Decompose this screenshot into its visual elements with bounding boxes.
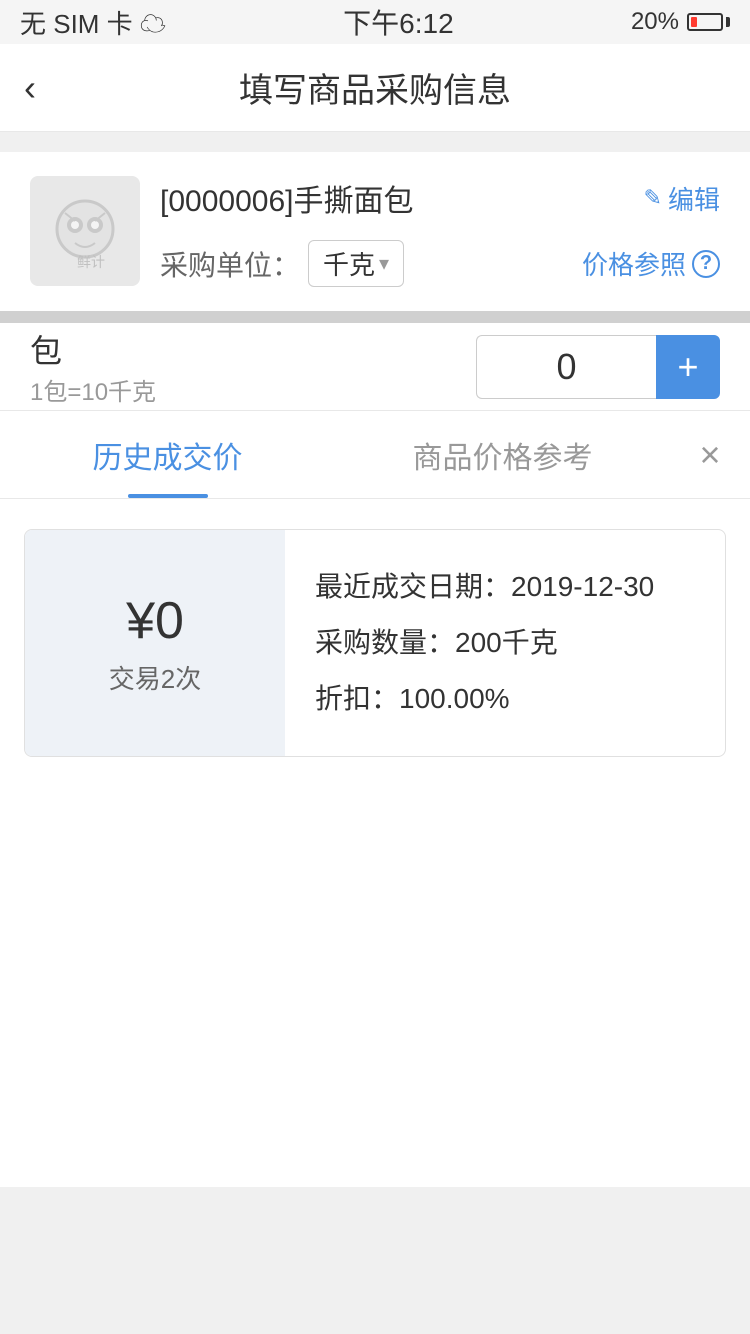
signal-text: 无 SIM 卡 ☁ [20,4,166,41]
price-card-right: 最近成交日期：2019-12-30 采购数量：200千克 折扣：100.00% [285,530,725,756]
quantity-unit-name: 包 [30,326,156,372]
svg-text:鲜计: 鲜计 [77,254,105,270]
product-thumbnail: 鲜计 [30,176,140,286]
purchase-quantity-value: 200千克 [455,627,558,658]
price-trade-count: 交易2次 [109,659,201,696]
discount-item: 折扣：100.00% [315,678,695,720]
unit-value: 千克 [323,245,375,282]
recent-date-value: 2019-12-30 [511,571,654,602]
tab-product-price-ref[interactable]: 商品价格参考 [335,411,670,498]
purchase-quantity-label: 采购数量： [315,627,455,658]
history-price-card: ¥0 交易2次 最近成交日期：2019-12-30 采购数量：200千克 折扣：… [24,529,726,757]
discount-label: 折扣： [315,683,399,714]
tabs-section: 历史成交价 商品价格参考 × ¥0 交易2次 最近成交日期：2019-12-30… [0,411,750,787]
separator-bar [0,311,750,323]
price-ref-label: 价格参照 [582,245,686,282]
tab-history-price-label: 历史成交价 [93,433,243,477]
unit-selector[interactable]: 千克 ▾ [308,240,404,287]
status-bar: 无 SIM 卡 ☁ 下午6:12 20% [0,0,750,44]
price-amount: ¥0 [126,591,184,651]
purchase-quantity-item: 采购数量：200千克 [315,622,695,664]
battery-percent: 20% [631,8,679,36]
help-icon: ? [692,250,720,278]
recent-date-label: 最近成交日期： [315,571,511,602]
status-time: 下午6:12 [343,2,454,42]
quantity-label-group: 包 1包=10千克 [30,326,156,407]
status-left: 无 SIM 卡 ☁ [20,4,166,41]
edit-button[interactable]: ✎ 编辑 [644,180,720,217]
tabs-close-button[interactable]: × [670,411,750,499]
recent-date-item: 最近成交日期：2019-12-30 [315,566,695,608]
price-reference-button[interactable]: 价格参照 ? [582,245,720,282]
product-card: 鲜计 [0000006]手撕面包 ✎ 编辑 采购单位： 千克 ▾ 价格参照 ? [0,152,750,311]
tab-history-price[interactable]: 历史成交价 [0,411,335,498]
close-icon: × [699,434,720,476]
quantity-plus-button[interactable]: + [656,335,720,399]
battery-icon [687,13,730,31]
nav-bar: ‹ 填写商品采购信息 [0,44,750,132]
quantity-row: 包 1包=10千克 + [0,323,750,411]
edit-label: 编辑 [668,180,720,217]
unit-label: 采购单位： [160,244,300,284]
discount-value: 100.00% [399,683,510,714]
quantity-conversion: 1包=10千克 [30,372,156,407]
plus-icon: + [677,349,698,385]
product-image: 鲜计 [45,191,125,271]
page-background [0,787,750,1187]
tab-content: ¥0 交易2次 最近成交日期：2019-12-30 采购数量：200千克 折扣：… [0,499,750,787]
status-right: 20% [631,8,730,36]
product-info: [0000006]手撕面包 ✎ 编辑 采购单位： 千克 ▾ 价格参照 ? [160,176,720,287]
price-card-left: ¥0 交易2次 [25,530,285,756]
back-button[interactable]: ‹ [24,67,36,109]
tab-product-price-ref-label: 商品价格参考 [413,433,593,477]
quantity-input[interactable] [476,335,656,399]
tabs-header: 历史成交价 商品价格参考 × [0,411,750,499]
quantity-input-group: + [476,335,720,399]
edit-icon: ✎ [644,185,662,211]
tab-active-indicator [128,494,208,498]
product-name: [0000006]手撕面包 [160,176,413,220]
dropdown-arrow-icon: ▾ [379,251,389,276]
page-title: 填写商品采购信息 [239,63,511,112]
